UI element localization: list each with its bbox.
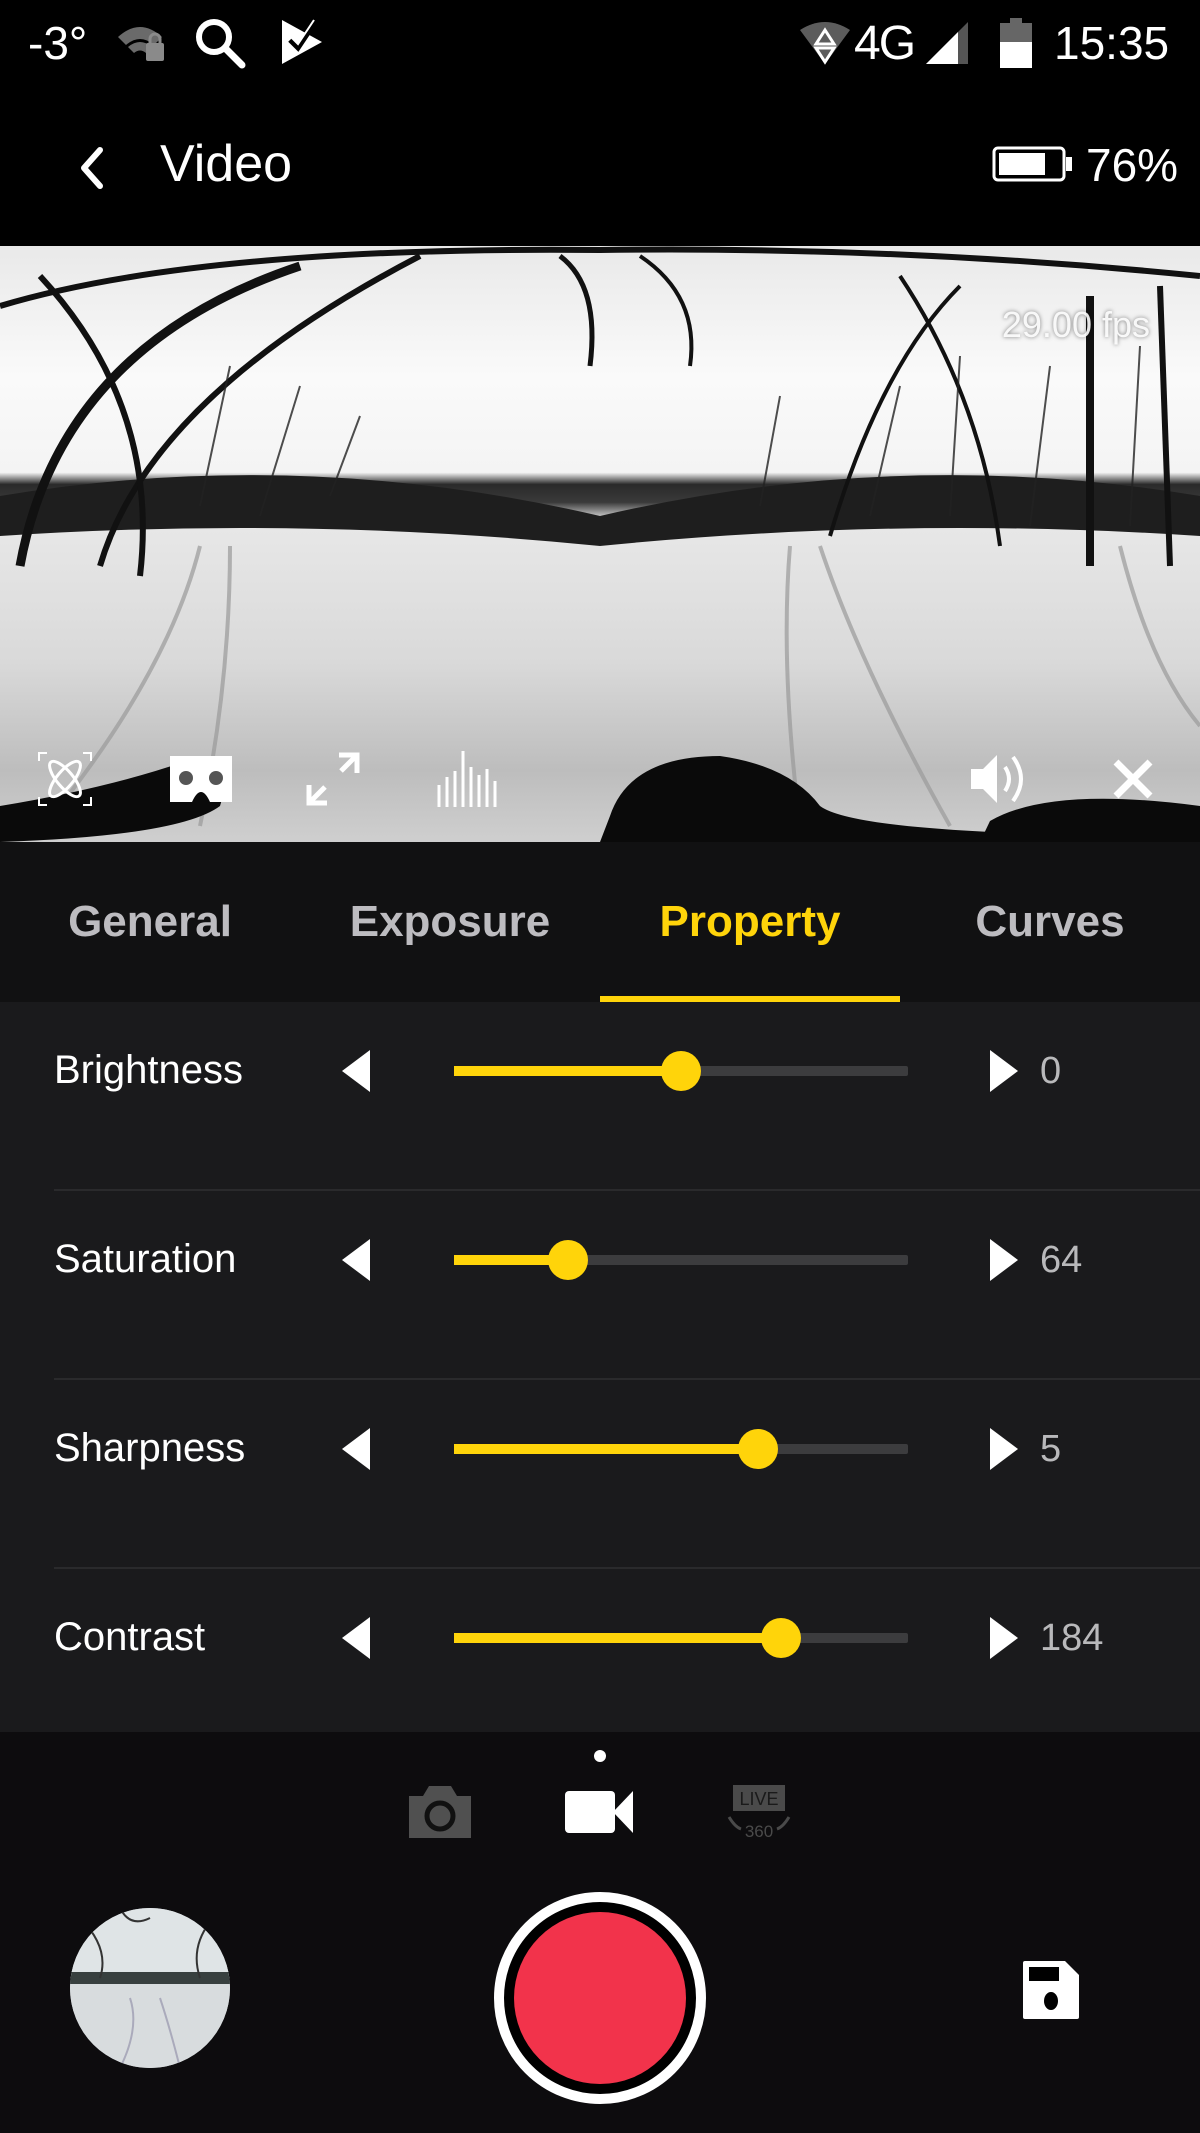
histogram-button[interactable]: [432, 744, 502, 814]
slider-value: 184: [1040, 1617, 1104, 1659]
fps-readout: 29.00 fps: [1001, 304, 1150, 345]
tab-general[interactable]: General: [30, 842, 270, 1002]
app-header: Video 76%: [0, 86, 1200, 246]
fullscreen-button[interactable]: [298, 744, 368, 814]
save-to-card-button[interactable]: [1016, 1950, 1086, 2030]
slider-value: 64: [1040, 1239, 1083, 1281]
slider-row-saturation: Saturation 64: [0, 1191, 1200, 1380]
gyro-button[interactable]: [30, 744, 100, 814]
slider-label: Brightness: [54, 1048, 243, 1092]
tab-exposure[interactable]: Exposure: [330, 842, 570, 1002]
histogram-icon: [437, 751, 497, 807]
close-preview-button[interactable]: [1098, 744, 1168, 814]
gyro-icon: [38, 752, 92, 806]
close-icon: [1113, 759, 1153, 799]
slider-row-brightness: Brightness 0: [0, 1002, 1200, 1191]
slider-value: 5: [1040, 1428, 1062, 1470]
decrease-arrow-icon[interactable]: [338, 1426, 378, 1472]
tab-property[interactable]: Property: [600, 842, 900, 1002]
slider-thumb[interactable]: [761, 1618, 801, 1658]
record-button[interactable]: [494, 1892, 706, 2104]
tab-label: Exposure: [349, 897, 551, 946]
saturation-slider[interactable]: [454, 1240, 908, 1280]
task-check-icon: [280, 14, 324, 72]
sound-button[interactable]: [964, 744, 1034, 814]
increase-arrow-icon[interactable]: [984, 1615, 1024, 1661]
decrease-arrow-icon[interactable]: [338, 1615, 378, 1661]
wifi-lock-icon: [116, 14, 168, 72]
increase-arrow-icon[interactable]: [984, 1237, 1024, 1283]
live-mode-button[interactable]: LIVE 360: [724, 1782, 794, 1842]
video-mode-button[interactable]: [562, 1782, 638, 1842]
camera-battery-percent: 76%: [1086, 139, 1179, 191]
property-panel: Brightness 0 Saturation 64 Sharpness 5 C…: [0, 1002, 1200, 1732]
slider-label: Saturation: [54, 1237, 237, 1281]
slider-fill: [454, 1633, 781, 1643]
slider-fill: [454, 1066, 681, 1076]
search-icon: [192, 14, 248, 72]
live-360-icon: LIVE 360: [727, 1785, 791, 1841]
active-mode-indicator: [594, 1750, 606, 1762]
slider-row-contrast: Contrast 184: [0, 1569, 1200, 1758]
decrease-arrow-icon[interactable]: [338, 1048, 378, 1094]
expand-icon: [306, 752, 360, 806]
gallery-thumbnail[interactable]: [70, 1908, 230, 2068]
video-preview[interactable]: 29.00 fps: [0, 246, 1200, 842]
svg-text:360: 360: [745, 1822, 773, 1841]
chevron-left-icon: [81, 147, 103, 189]
slider-fill: [454, 1444, 758, 1454]
slider-label: Sharpness: [54, 1426, 246, 1470]
page-title: Video: [160, 135, 293, 193]
increase-arrow-icon[interactable]: [984, 1048, 1024, 1094]
slider-label: Contrast: [54, 1615, 206, 1659]
record-icon: [514, 1912, 686, 2084]
camera-icon: [409, 1786, 471, 1838]
sd-card-icon: [1023, 1961, 1079, 2019]
network-type-label: 4G: [854, 16, 916, 70]
slider-value: 0: [1040, 1050, 1062, 1092]
contrast-slider[interactable]: [454, 1618, 908, 1658]
increase-arrow-icon[interactable]: [984, 1426, 1024, 1472]
battery-icon: [992, 146, 1074, 187]
status-bar: -3° 4G 15:35: [0, 0, 1200, 86]
signal-icon: [924, 14, 970, 72]
slider-thumb[interactable]: [738, 1429, 778, 1469]
slider-thumb[interactable]: [548, 1240, 588, 1280]
brightness-slider[interactable]: [454, 1051, 908, 1091]
svg-text:LIVE: LIVE: [739, 1789, 778, 1809]
thumbnail-image: [70, 1908, 230, 2068]
hotspot-icon: [800, 14, 850, 72]
vr-mode-button[interactable]: [166, 744, 236, 814]
video-camera-icon: [565, 1791, 633, 1833]
sharpness-slider[interactable]: [454, 1429, 908, 1469]
tab-label: Curves: [975, 897, 1125, 946]
tab-label: Property: [659, 897, 841, 946]
back-button[interactable]: [68, 138, 116, 198]
clock: 15:35: [1054, 17, 1170, 69]
volume-icon: [971, 755, 1023, 803]
decrease-arrow-icon[interactable]: [338, 1237, 378, 1283]
tab-label: General: [68, 897, 232, 946]
settings-tabs: General Exposure Property Curves: [0, 842, 1200, 1002]
slider-row-sharpness: Sharpness 5: [0, 1380, 1200, 1569]
temperature-readout: -3°: [28, 17, 88, 69]
tab-curves[interactable]: Curves: [930, 842, 1170, 1002]
slider-thumb[interactable]: [661, 1051, 701, 1091]
vr-headset-icon: [170, 756, 232, 802]
capture-bar: LIVE 360: [0, 1732, 1200, 2133]
phone-battery-icon: [1000, 14, 1032, 72]
photo-mode-button[interactable]: [404, 1782, 476, 1842]
